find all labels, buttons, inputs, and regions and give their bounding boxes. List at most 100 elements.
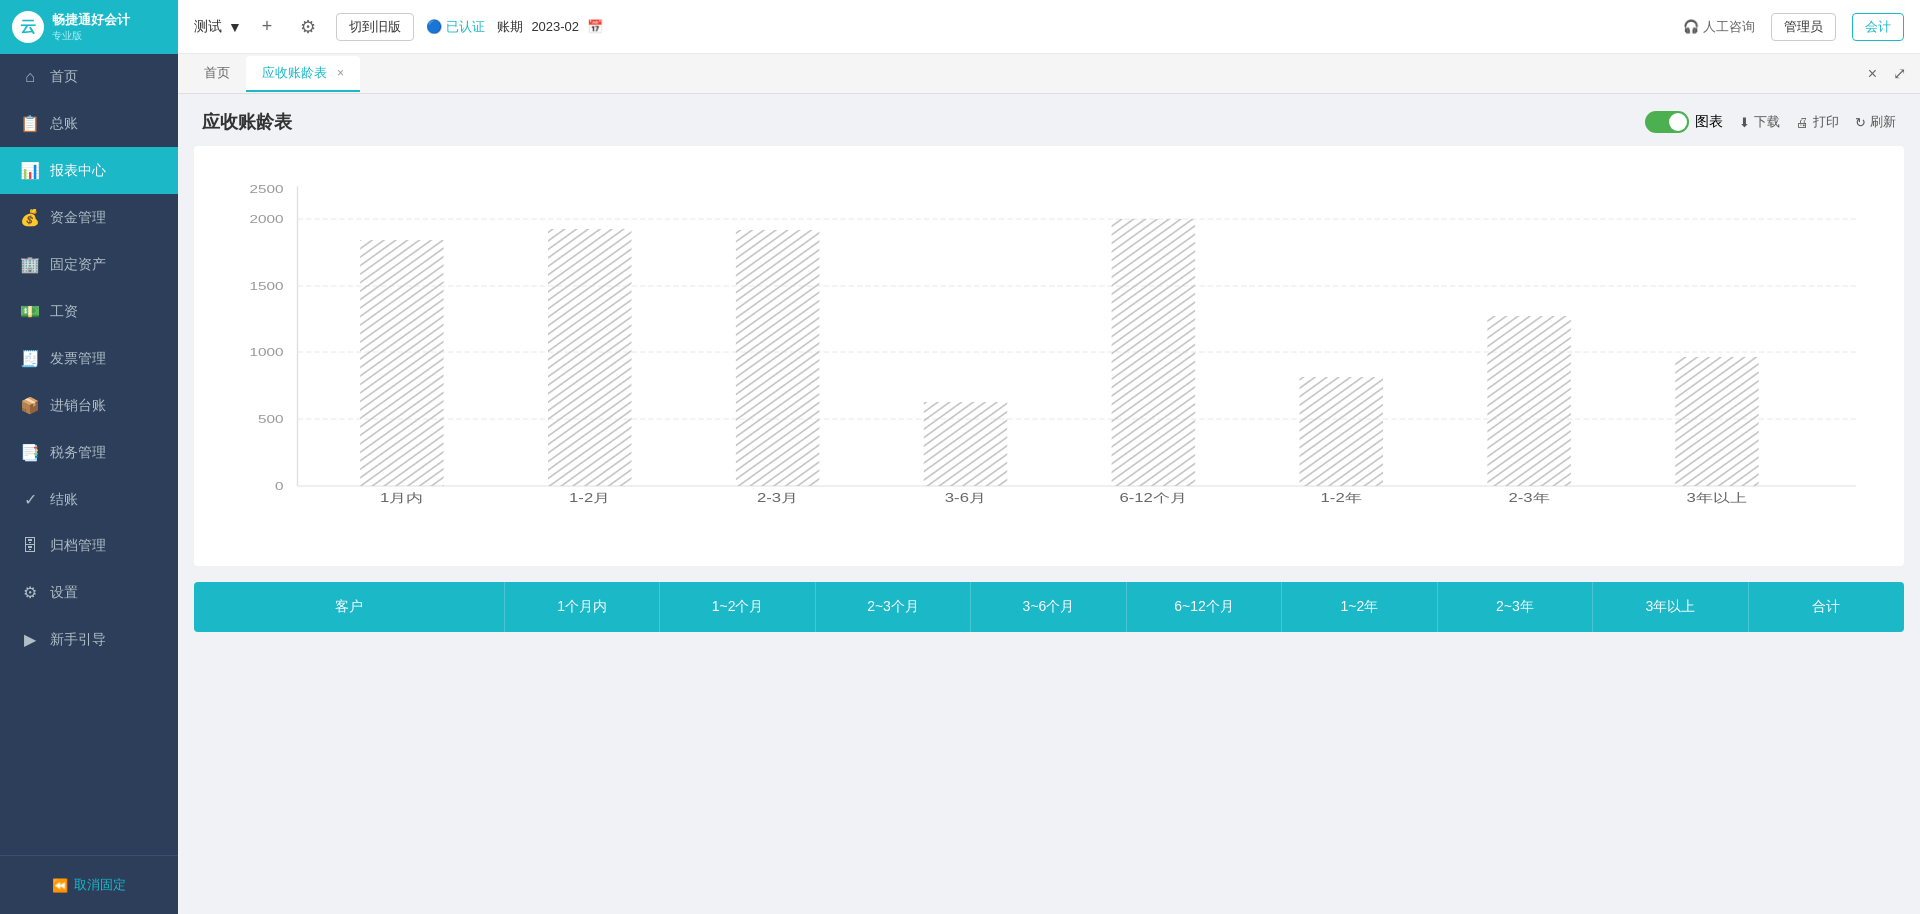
sidebar-item-inventory[interactable]: 📦进销台账 <box>0 382 178 429</box>
cancel-fixed-btn[interactable]: ⏪ 取消固定 <box>0 866 178 904</box>
bar-1-2y <box>1300 377 1384 486</box>
sidebar-item-settings[interactable]: ⚙ 设置 <box>0 569 178 616</box>
sidebar-item-label: 税务管理 <box>50 444 106 462</box>
bar-2-3y <box>1487 316 1571 486</box>
sidebar-item-assets[interactable]: 🏢 固定资产 <box>0 241 178 288</box>
old-version-button[interactable]: 切到旧版 <box>336 13 414 41</box>
refresh-button[interactable]: ↻ 刷新 <box>1855 113 1896 131</box>
logo-icon: 云 <box>12 11 44 43</box>
report-title: 应收账龄表 <box>202 110 292 134</box>
topbar-project[interactable]: 测试 ▼ <box>194 18 242 36</box>
th-2: 1~2个月 <box>660 582 815 632</box>
svg-text:2000: 2000 <box>250 213 284 225</box>
add-button[interactable]: + <box>254 12 281 41</box>
sidebar-item-home[interactable]: ⌂ 首页 <box>0 54 178 100</box>
sidebar-item-label: 设置 <box>50 584 78 602</box>
sidebar-item-label: 进销台账 <box>50 397 106 415</box>
th-1: 1个月内 <box>505 582 660 632</box>
sidebar-item-label: 首页 <box>50 68 78 86</box>
sidebar-item-label: 归档管理 <box>50 537 106 555</box>
sidebar-item-label: 结账 <box>50 491 78 509</box>
funds-icon: 💰 <box>20 208 40 227</box>
user-button[interactable]: 管理员 <box>1771 13 1836 41</box>
sidebar-item-archive[interactable]: 🗄归档管理 <box>0 523 178 569</box>
tab-home[interactable]: 首页 <box>188 56 246 92</box>
th-4: 3~6个月 <box>971 582 1126 632</box>
salary-icon: 💵 <box>20 302 40 321</box>
home-icon: ⌂ <box>20 68 40 86</box>
svg-text:2-3月: 2-3月 <box>757 491 798 504</box>
sidebar-item-funds[interactable]: 💰 资金管理 <box>0 194 178 241</box>
svg-text:6-12个月: 6-12个月 <box>1119 491 1187 504</box>
chart-toggle-label: 图表 <box>1695 113 1723 131</box>
bar-chart: 0 500 1000 1500 2000 2500 1月内 1-2月 <box>214 166 1884 546</box>
svg-text:1-2月: 1-2月 <box>569 491 610 504</box>
bar-3y-plus <box>1675 357 1759 486</box>
sidebar-item-ledger[interactable]: 📋 总账 <box>0 100 178 147</box>
sidebar-scroll: ⌂首页📋总账📊报表中心💰资金管理🏢固定资产💵工资🧾发票管理📦进销台账📑税务管理✓… <box>0 54 178 855</box>
settings-button[interactable]: ⚙ <box>292 12 324 42</box>
topbar: 测试 ▼ + ⚙ 切到旧版 🔵 已认证 账期 2023-02 📅 🎧 人工咨询 … <box>178 0 1920 54</box>
logo-text: 畅捷通好会计 专业版 <box>52 11 130 43</box>
sidebar-item-label: 固定资产 <box>50 256 106 274</box>
sidebar-item-label: 资金管理 <box>50 209 106 227</box>
report-actions: 图表 ⬇ 下载 🖨 打印 ↻ 刷新 <box>1645 111 1896 133</box>
sidebar-item-salary[interactable]: 💵工资 <box>0 288 178 335</box>
bar-6-12m <box>1112 219 1196 486</box>
tabs-bar: 首页 应收账龄表 × × ⤢ <box>178 54 1920 94</box>
ledger-icon: 📋 <box>20 114 40 133</box>
sidebar-item-closing[interactable]: ✓ 结账 <box>0 476 178 523</box>
download-icon: ⬇ <box>1739 115 1750 130</box>
toggle-thumb <box>1669 113 1687 131</box>
sidebar-logo: 云 畅捷通好会计 专业版 <box>0 0 178 54</box>
svg-text:1月内: 1月内 <box>380 491 424 504</box>
th-0: 客户 <box>194 582 505 632</box>
tab-receivable-aging[interactable]: 应收账龄表 × <box>246 56 360 92</box>
sidebar-item-label: 总账 <box>50 115 78 133</box>
bar-1m <box>360 240 444 486</box>
th-7: 2~3年 <box>1438 582 1593 632</box>
period-selector[interactable]: 账期 2023-02 📅 <box>497 18 603 36</box>
th-6: 1~2年 <box>1282 582 1437 632</box>
chart-toggle[interactable]: 图表 <box>1645 111 1723 133</box>
sidebar-item-guide[interactable]: ▶新手引导 <box>0 616 178 663</box>
svg-text:1000: 1000 <box>250 346 284 358</box>
support-button[interactable]: 🎧 人工咨询 <box>1683 18 1755 36</box>
bar-3-6m <box>924 402 1008 486</box>
topbar-right: 🎧 人工咨询 管理员 会计 <box>1683 13 1904 41</box>
sidebar-item-label: 发票管理 <box>50 350 106 368</box>
svg-text:3年以上: 3年以上 <box>1687 491 1748 504</box>
svg-text:1-2年: 1-2年 <box>1321 491 1362 504</box>
sidebar-item-invoice[interactable]: 🧾发票管理 <box>0 335 178 382</box>
expand-window-btn[interactable]: ⤢ <box>1889 60 1910 87</box>
dropdown-icon: ▼ <box>228 19 242 35</box>
page-content: 应收账龄表 图表 ⬇ 下载 🖨 打印 ↻ 刷新 <box>178 94 1920 914</box>
svg-text:3-6月: 3-6月 <box>945 491 986 504</box>
th-8: 3年以上 <box>1593 582 1748 632</box>
svg-text:2-3年: 2-3年 <box>1508 491 1549 504</box>
table-container: 客户1个月内1~2个月2~3个月3~6个月6~12个月1~2年2~3年3年以上合… <box>194 582 1904 632</box>
svg-text:500: 500 <box>258 413 284 425</box>
sidebar-item-label: 报表中心 <box>50 162 106 180</box>
toggle-track[interactable] <box>1645 111 1689 133</box>
th-9: 合计 <box>1749 582 1904 632</box>
sidebar-item-tax[interactable]: 📑税务管理 <box>0 429 178 476</box>
settings-icon: ⚙ <box>20 583 40 602</box>
close-window-btn[interactable]: × <box>1864 61 1881 87</box>
print-icon: 🖨 <box>1796 115 1809 130</box>
calendar-icon: 📅 <box>587 19 603 34</box>
certified-status: 🔵 已认证 <box>426 18 485 36</box>
download-button[interactable]: ⬇ 下载 <box>1739 113 1780 131</box>
guide-icon: ▶ <box>20 630 40 649</box>
table-header: 客户1个月内1~2个月2~3个月3~6个月6~12个月1~2年2~3年3年以上合… <box>194 582 1904 632</box>
chart-container: 0 500 1000 1500 2000 2500 1月内 1-2月 <box>194 146 1904 566</box>
closing-icon: ✓ <box>20 490 40 509</box>
svg-text:1500: 1500 <box>250 280 284 292</box>
sidebar-item-reports[interactable]: 📊报表中心 <box>0 147 178 194</box>
assets-icon: 🏢 <box>20 255 40 274</box>
bar-1-2m <box>548 229 632 486</box>
svg-text:2500: 2500 <box>250 183 284 195</box>
print-button[interactable]: 🖨 打印 <box>1796 113 1839 131</box>
tab-close-icon[interactable]: × <box>337 66 344 80</box>
role-button[interactable]: 会计 <box>1852 13 1904 41</box>
